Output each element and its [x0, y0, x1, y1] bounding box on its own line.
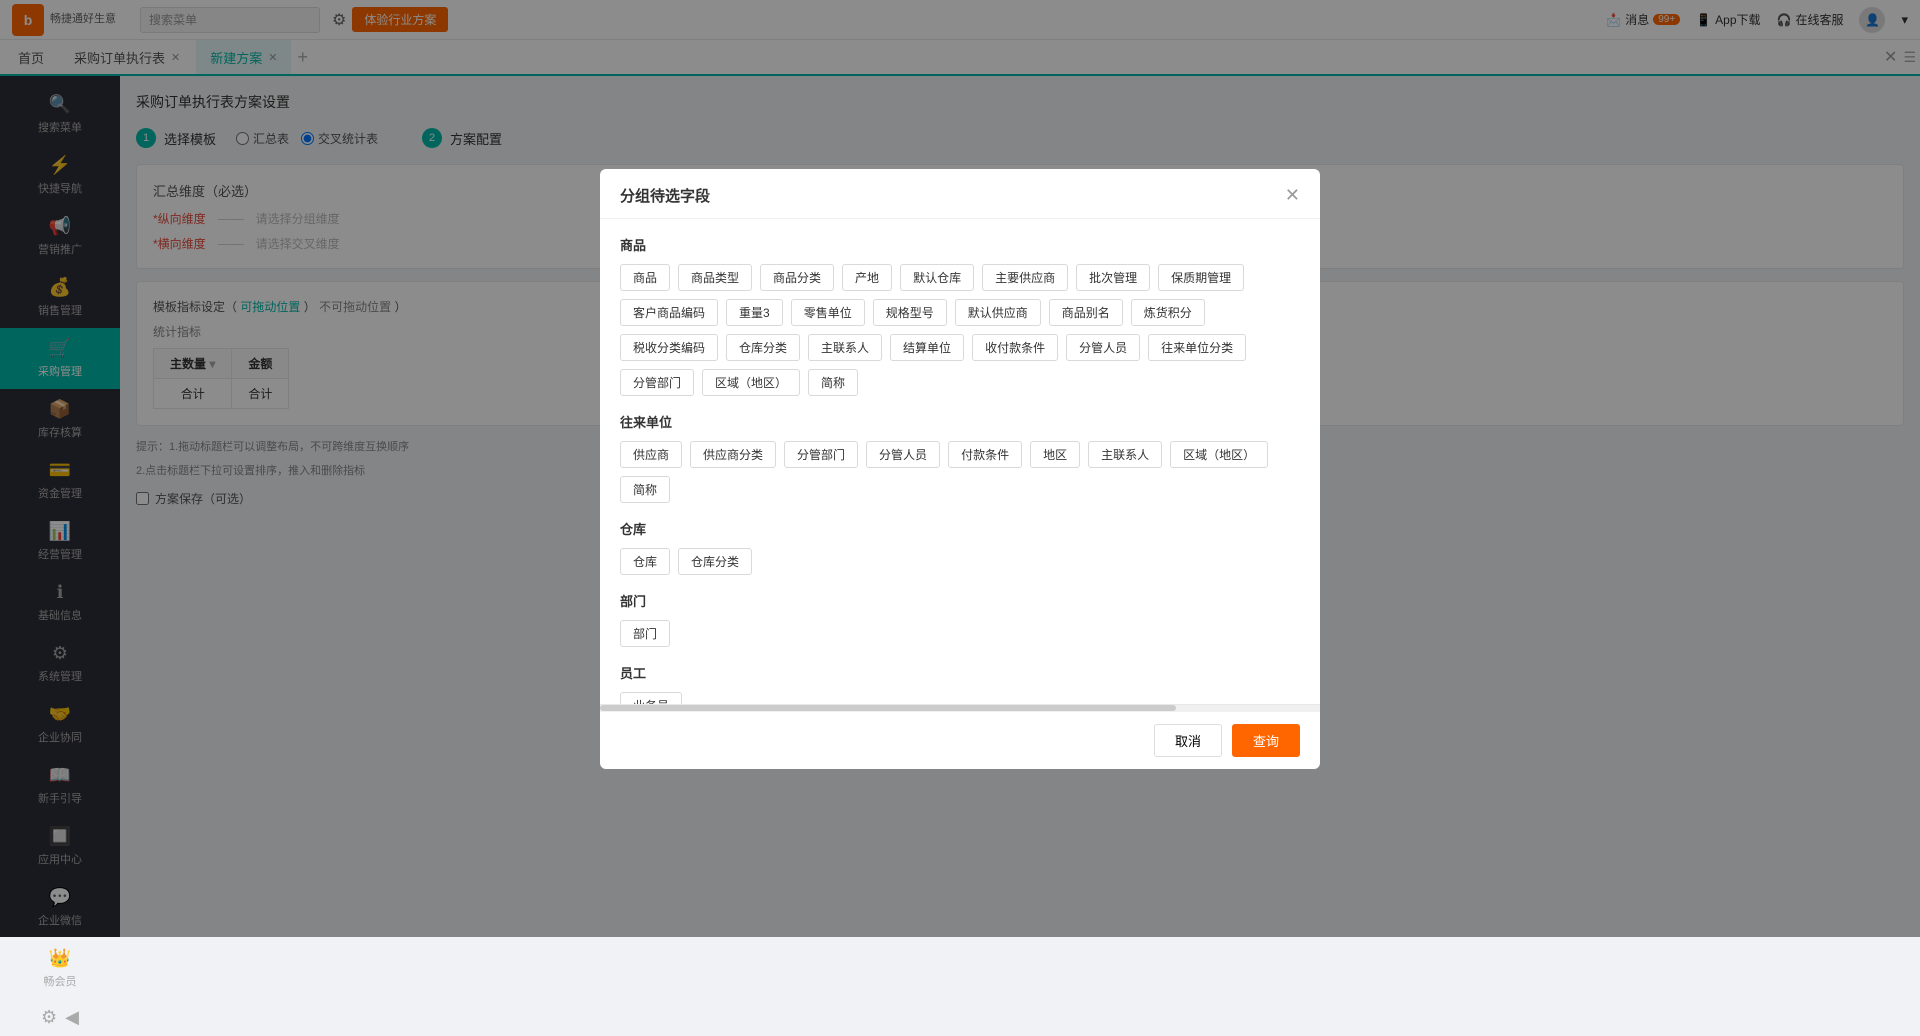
sidebar-item-member[interactable]: 👑 畅会员: [0, 938, 120, 999]
field-tag[interactable]: 分管人员: [866, 441, 940, 468]
field-tag[interactable]: 零售单位: [791, 299, 865, 326]
modal-close-btn[interactable]: ✕: [1285, 185, 1300, 206]
modal-footer: 取消 查询: [600, 711, 1320, 769]
field-tag[interactable]: 简称: [808, 369, 858, 396]
field-tag[interactable]: 炼货积分: [1131, 299, 1205, 326]
field-tag[interactable]: 简称: [620, 476, 670, 503]
modal-confirm-btn[interactable]: 查询: [1232, 724, 1300, 757]
sidebar-settings-btn[interactable]: ⚙: [41, 1007, 57, 1028]
modal-header: 分组待选字段 ✕: [600, 169, 1320, 219]
field-tag[interactable]: 往来单位分类: [1148, 334, 1246, 361]
field-tag[interactable]: 批次管理: [1076, 264, 1150, 291]
field-tag[interactable]: 规格型号: [873, 299, 947, 326]
field-tag[interactable]: 主联系人: [1088, 441, 1162, 468]
field-tag[interactable]: 商品类型: [678, 264, 752, 291]
field-group-partner-title: 往来单位: [620, 412, 1300, 431]
field-tag[interactable]: 分管部门: [620, 369, 694, 396]
field-group-staff-title: 员工: [620, 663, 1300, 682]
field-tag[interactable]: 主要供应商: [982, 264, 1068, 291]
field-tag[interactable]: 分管人员: [1066, 334, 1140, 361]
field-tag[interactable]: 保质期管理: [1158, 264, 1244, 291]
field-tag[interactable]: 重量3: [726, 299, 783, 326]
field-tag[interactable]: 商品分类: [760, 264, 834, 291]
modal-hscroll-thumb[interactable]: [600, 705, 1176, 710]
field-tag[interactable]: 付款条件: [948, 441, 1022, 468]
field-tag[interactable]: 部门: [620, 620, 670, 647]
modal-hscroll[interactable]: [600, 704, 1320, 710]
sidebar-bottom: ⚙ ◀: [0, 999, 120, 1036]
field-group-warehouse-title: 仓库: [620, 519, 1300, 538]
field-tag[interactable]: 结算单位: [890, 334, 964, 361]
field-tag[interactable]: 业务员: [620, 692, 682, 705]
member-icon: 👑: [49, 948, 71, 969]
field-tag[interactable]: 仓库分类: [726, 334, 800, 361]
field-group-product-tags: 商品 商品类型 商品分类 产地 默认仓库 主要供应商 批次管理 保质期管理 客户…: [620, 264, 1300, 396]
field-group-partner: 往来单位 供应商 供应商分类 分管部门 分管人员 付款条件 地区 主联系人 区域…: [620, 412, 1300, 503]
field-tag[interactable]: 商品别名: [1049, 299, 1123, 326]
field-group-warehouse-tags: 仓库 仓库分类: [620, 548, 1300, 575]
field-group-staff: 员工 业务员: [620, 663, 1300, 705]
field-tag[interactable]: 税收分类编码: [620, 334, 718, 361]
modal-overlay: 分组待选字段 ✕ 商品 商品 商品类型 商品分类 产地 默认仓库 主要供应商 批…: [0, 0, 1920, 937]
field-tag[interactable]: 地区: [1030, 441, 1080, 468]
field-tag[interactable]: 供应商分类: [690, 441, 776, 468]
field-group-warehouse: 仓库 仓库 仓库分类: [620, 519, 1300, 575]
field-group-product-title: 商品: [620, 235, 1300, 254]
sidebar-item-label-member: 畅会员: [44, 973, 77, 989]
field-tag[interactable]: 默认供应商: [955, 299, 1041, 326]
field-tag[interactable]: 仓库: [620, 548, 670, 575]
field-group-dept-tags: 部门: [620, 620, 1300, 647]
field-tag[interactable]: 区域（地区）: [702, 369, 800, 396]
field-tag[interactable]: 仓库分类: [678, 548, 752, 575]
modal-title: 分组待选字段: [620, 185, 710, 206]
field-group-dept: 部门 部门: [620, 591, 1300, 647]
field-tag[interactable]: 收付款条件: [972, 334, 1058, 361]
field-tag[interactable]: 产地: [842, 264, 892, 291]
modal-cancel-btn[interactable]: 取消: [1154, 724, 1222, 757]
field-tag[interactable]: 主联系人: [808, 334, 882, 361]
sidebar-collapse-btn[interactable]: ◀: [65, 1007, 79, 1028]
field-group-staff-tags: 业务员: [620, 692, 1300, 705]
field-group-product: 商品 商品 商品类型 商品分类 产地 默认仓库 主要供应商 批次管理 保质期管理…: [620, 235, 1300, 396]
modal-body: 商品 商品 商品类型 商品分类 产地 默认仓库 主要供应商 批次管理 保质期管理…: [600, 219, 1320, 705]
field-group-dept-title: 部门: [620, 591, 1300, 610]
field-tag[interactable]: 客户商品编码: [620, 299, 718, 326]
field-tag[interactable]: 默认仓库: [900, 264, 974, 291]
field-select-modal: 分组待选字段 ✕ 商品 商品 商品类型 商品分类 产地 默认仓库 主要供应商 批…: [600, 169, 1320, 769]
field-tag[interactable]: 分管部门: [784, 441, 858, 468]
field-tag[interactable]: 区域（地区）: [1170, 441, 1268, 468]
field-group-partner-tags: 供应商 供应商分类 分管部门 分管人员 付款条件 地区 主联系人 区域（地区） …: [620, 441, 1300, 503]
field-tag[interactable]: 商品: [620, 264, 670, 291]
field-tag[interactable]: 供应商: [620, 441, 682, 468]
